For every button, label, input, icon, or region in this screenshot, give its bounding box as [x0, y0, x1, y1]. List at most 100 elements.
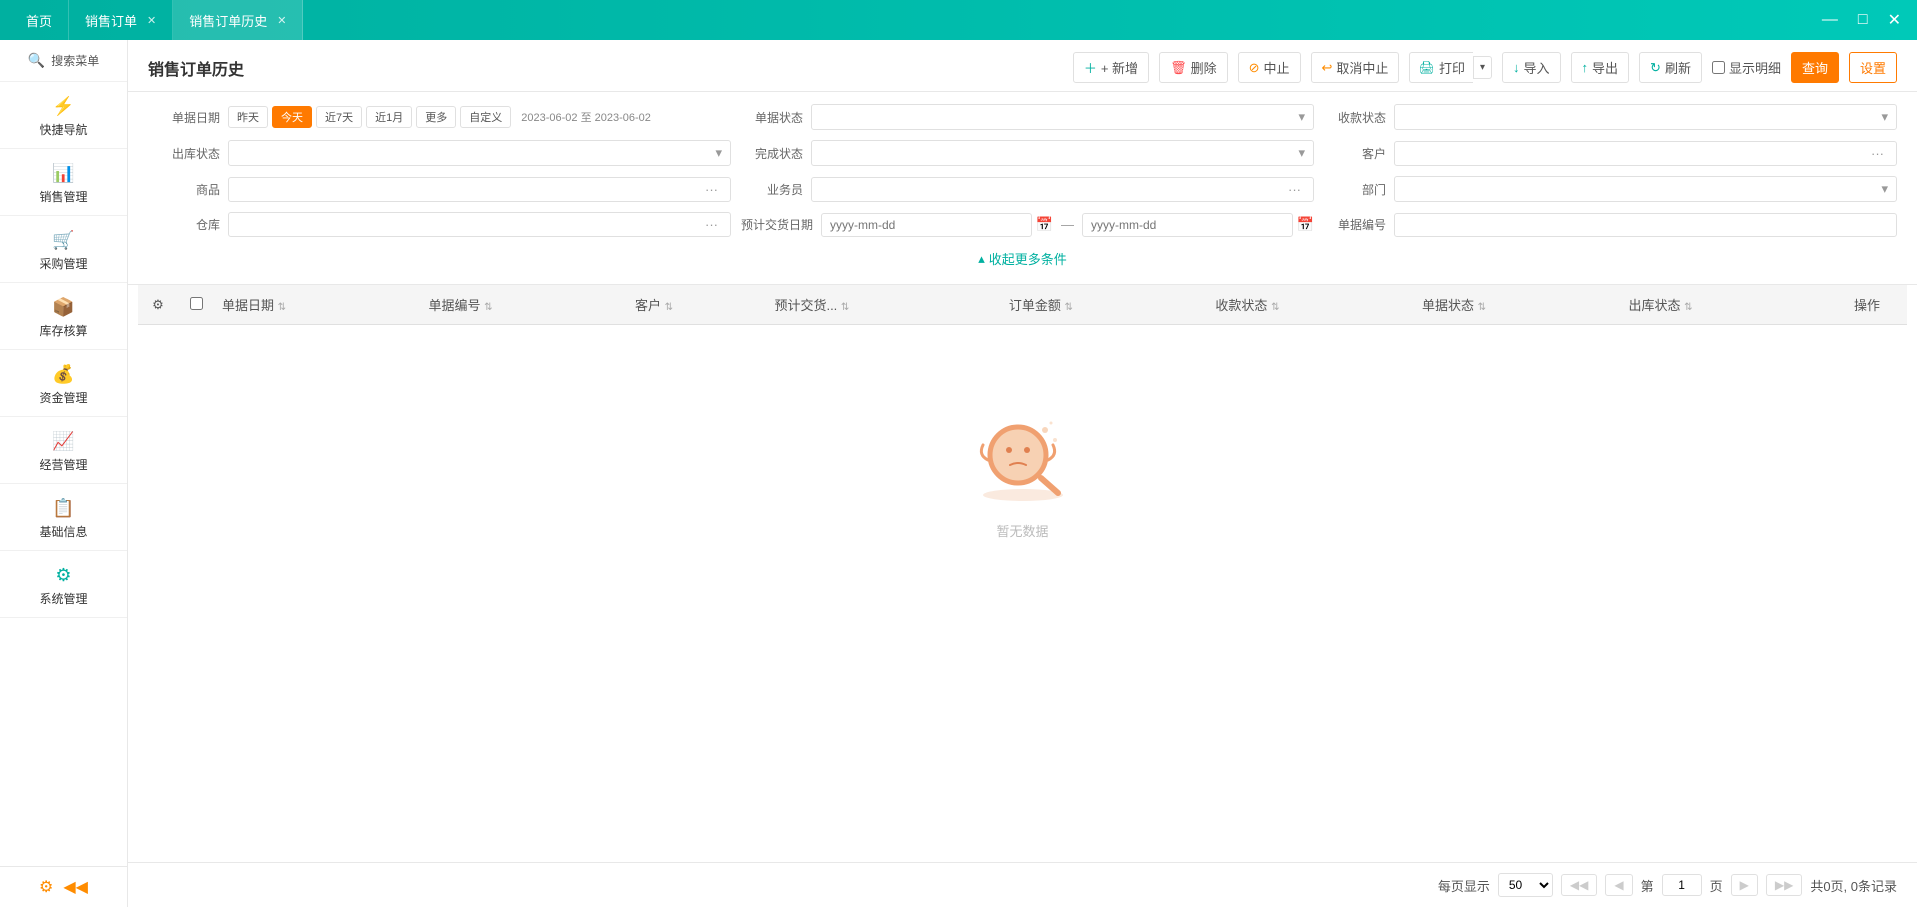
th-customer-label: 客户	[635, 298, 661, 313]
date-btn-today[interactable]: 今天	[272, 106, 312, 128]
th-payment-status[interactable]: 收款状态 ⇅	[1207, 285, 1414, 325]
filter-salesman-cell: 业务员 ···	[731, 176, 1314, 202]
print-icon: 🖨	[1418, 60, 1435, 76]
th-number[interactable]: 单据编号 ⇅	[421, 285, 628, 325]
window-maximize-btn[interactable]: □	[1852, 9, 1874, 31]
calendar-from-icon[interactable]: 📅	[1036, 216, 1053, 233]
refresh-label: 刷新	[1665, 58, 1691, 77]
settings-btn[interactable]: 设置	[1849, 52, 1897, 83]
th-ops: 操作	[1827, 285, 1907, 325]
import-btn[interactable]: ↓ 导入	[1502, 52, 1561, 83]
print-dropdown-arrow[interactable]: ▾	[1473, 56, 1492, 79]
th-payment-status-label: 收款状态	[1215, 298, 1267, 313]
delivery-date-to-input[interactable]	[1082, 213, 1293, 237]
sidebar-item-system[interactable]: ⚙ 系统管理	[0, 551, 127, 618]
settings-bottom-icon[interactable]: ⚙	[39, 877, 53, 897]
th-out-status[interactable]: 出库状态 ⇅	[1620, 285, 1827, 325]
filter-warehouse-label: 仓库	[148, 216, 228, 233]
new-icon: ＋	[1084, 58, 1097, 77]
th-settings[interactable]: ⚙	[138, 285, 178, 325]
tab-sales-order-close[interactable]: ✕	[147, 14, 156, 27]
tab-sales-order-label: 销售订单	[85, 11, 137, 30]
date-btn-yesterday[interactable]: 昨天	[228, 106, 268, 128]
filter-warehouse-cell: 仓库 ···	[148, 212, 731, 237]
cancel-stop-label: 取消中止	[1336, 58, 1388, 77]
refresh-btn[interactable]: ↻ 刷新	[1639, 52, 1702, 83]
next-page-btn[interactable]: ▶	[1731, 874, 1758, 896]
delete-btn[interactable]: 🗑 删除	[1159, 52, 1228, 83]
sidebar-item-operations[interactable]: 📈 经营管理	[0, 417, 127, 484]
prev-page-btn[interactable]: ◀	[1605, 874, 1632, 896]
page-title: 销售订单历史	[148, 56, 1063, 80]
display-toggle[interactable]: 显示明细	[1712, 58, 1781, 77]
bill-number-input[interactable]	[1394, 213, 1897, 237]
page-input[interactable]	[1662, 874, 1702, 896]
new-btn[interactable]: ＋ + 新增	[1073, 52, 1149, 83]
th-customer[interactable]: 客户 ⇅	[627, 285, 766, 325]
sidebar-item-sales[interactable]: 📊 销售管理	[0, 149, 127, 216]
select-all-checkbox[interactable]	[190, 297, 203, 310]
empty-illustration	[963, 405, 1083, 505]
th-bill-status-label: 单据状态	[1422, 298, 1474, 313]
sidebar-item-quick-nav[interactable]: ⚡ 快捷导航	[0, 82, 127, 149]
tab-sales-order-history[interactable]: 销售订单历史 ✕	[173, 0, 303, 40]
search-icon: 🔍	[28, 52, 45, 69]
date-btn-custom[interactable]: 自定义	[460, 106, 511, 128]
delivery-date-from-input[interactable]	[821, 213, 1032, 237]
last-page-btn[interactable]: ▶▶	[1766, 874, 1802, 896]
data-table: ⚙ 单据日期 ⇅ 单据编号 ⇅ 客户	[138, 285, 1907, 325]
tab-sales-order-history-close[interactable]: ✕	[277, 14, 286, 27]
filter-payment-status-select[interactable]	[1394, 104, 1897, 130]
date-btn-1month[interactable]: 近1月	[366, 106, 412, 128]
collapse-filter-btn[interactable]: 收起更多条件	[148, 245, 1897, 272]
sidebar-item-finance[interactable]: 💰 资金管理	[0, 350, 127, 417]
page-size-select[interactable]: 50 10 20 100	[1498, 873, 1553, 897]
th-amount-label: 订单金额	[1009, 298, 1061, 313]
filter-bill-status-label: 单据状态	[731, 109, 811, 126]
th-out-status-label: 出库状态	[1628, 298, 1680, 313]
stop-btn[interactable]: ⊘ 中止	[1238, 52, 1301, 83]
th-amount[interactable]: 订单金额 ⇅	[1001, 285, 1208, 325]
th-check[interactable]	[178, 285, 214, 325]
page-header: 销售订单历史 ＋ + 新增 🗑 删除 ⊘ 中止 ↩ 取消中止 🖨 打印	[128, 40, 1917, 92]
sidebar-bottom: ⚙ ◀◀	[0, 866, 127, 907]
date-btn-more[interactable]: 更多	[416, 106, 456, 128]
display-toggle-checkbox[interactable]	[1712, 61, 1725, 74]
table-header: ⚙ 单据日期 ⇅ 单据编号 ⇅ 客户	[138, 285, 1907, 325]
sort-arrows-delivery: ⇅	[841, 302, 849, 313]
warehouse-ellipsis[interactable]: ···	[701, 217, 722, 232]
th-bill-status[interactable]: 单据状态 ⇅	[1414, 285, 1621, 325]
filter-out-status-select[interactable]	[228, 140, 731, 166]
filter-delivery-date-label: 预计交货日期	[731, 216, 821, 233]
product-ellipsis[interactable]: ···	[701, 182, 722, 197]
window-close-btn[interactable]: ✕	[1882, 8, 1907, 32]
sidebar-item-inventory[interactable]: 📦 库存核算	[0, 283, 127, 350]
sidebar-item-search[interactable]: 🔍 搜索菜单	[0, 40, 127, 82]
cancel-stop-btn[interactable]: ↩ 取消中止	[1311, 52, 1400, 83]
collapse-sidebar-icon[interactable]: ◀◀	[63, 877, 88, 897]
content-area: 销售订单历史 ＋ + 新增 🗑 删除 ⊘ 中止 ↩ 取消中止 🖨 打印	[128, 40, 1917, 907]
export-btn[interactable]: ↑ 导出	[1571, 52, 1630, 83]
out-status-chevron-icon	[715, 145, 722, 161]
filter-bill-number-cell: 单据编号	[1314, 212, 1897, 237]
filter-complete-status-select[interactable]	[811, 140, 1314, 166]
sort-arrows-number: ⇅	[484, 302, 492, 313]
quick-nav-icon: ⚡	[52, 96, 74, 117]
filter-bill-status-select[interactable]	[811, 104, 1314, 130]
first-page-btn[interactable]: ◀◀	[1561, 874, 1597, 896]
sidebar-item-purchase[interactable]: 🛒 采购管理	[0, 216, 127, 283]
customer-ellipsis[interactable]: ···	[1867, 146, 1888, 161]
th-date[interactable]: 单据日期 ⇅	[214, 285, 421, 325]
refresh-icon: ↻	[1650, 60, 1661, 76]
tab-home[interactable]: 首页	[10, 0, 69, 40]
filter-department-select[interactable]	[1394, 176, 1897, 202]
window-minimize-btn[interactable]: —	[1816, 9, 1844, 31]
date-btn-7days[interactable]: 近7天	[316, 106, 362, 128]
tab-sales-order[interactable]: 销售订单 ✕	[69, 0, 173, 40]
th-delivery[interactable]: 预计交货... ⇅	[766, 285, 1000, 325]
calendar-to-icon[interactable]: 📅	[1297, 216, 1314, 233]
print-btn[interactable]: 🖨 打印	[1409, 52, 1473, 83]
salesman-ellipsis[interactable]: ···	[1284, 182, 1305, 197]
query-btn[interactable]: 查询	[1791, 52, 1839, 83]
sidebar-item-basics[interactable]: 📋 基础信息	[0, 484, 127, 551]
